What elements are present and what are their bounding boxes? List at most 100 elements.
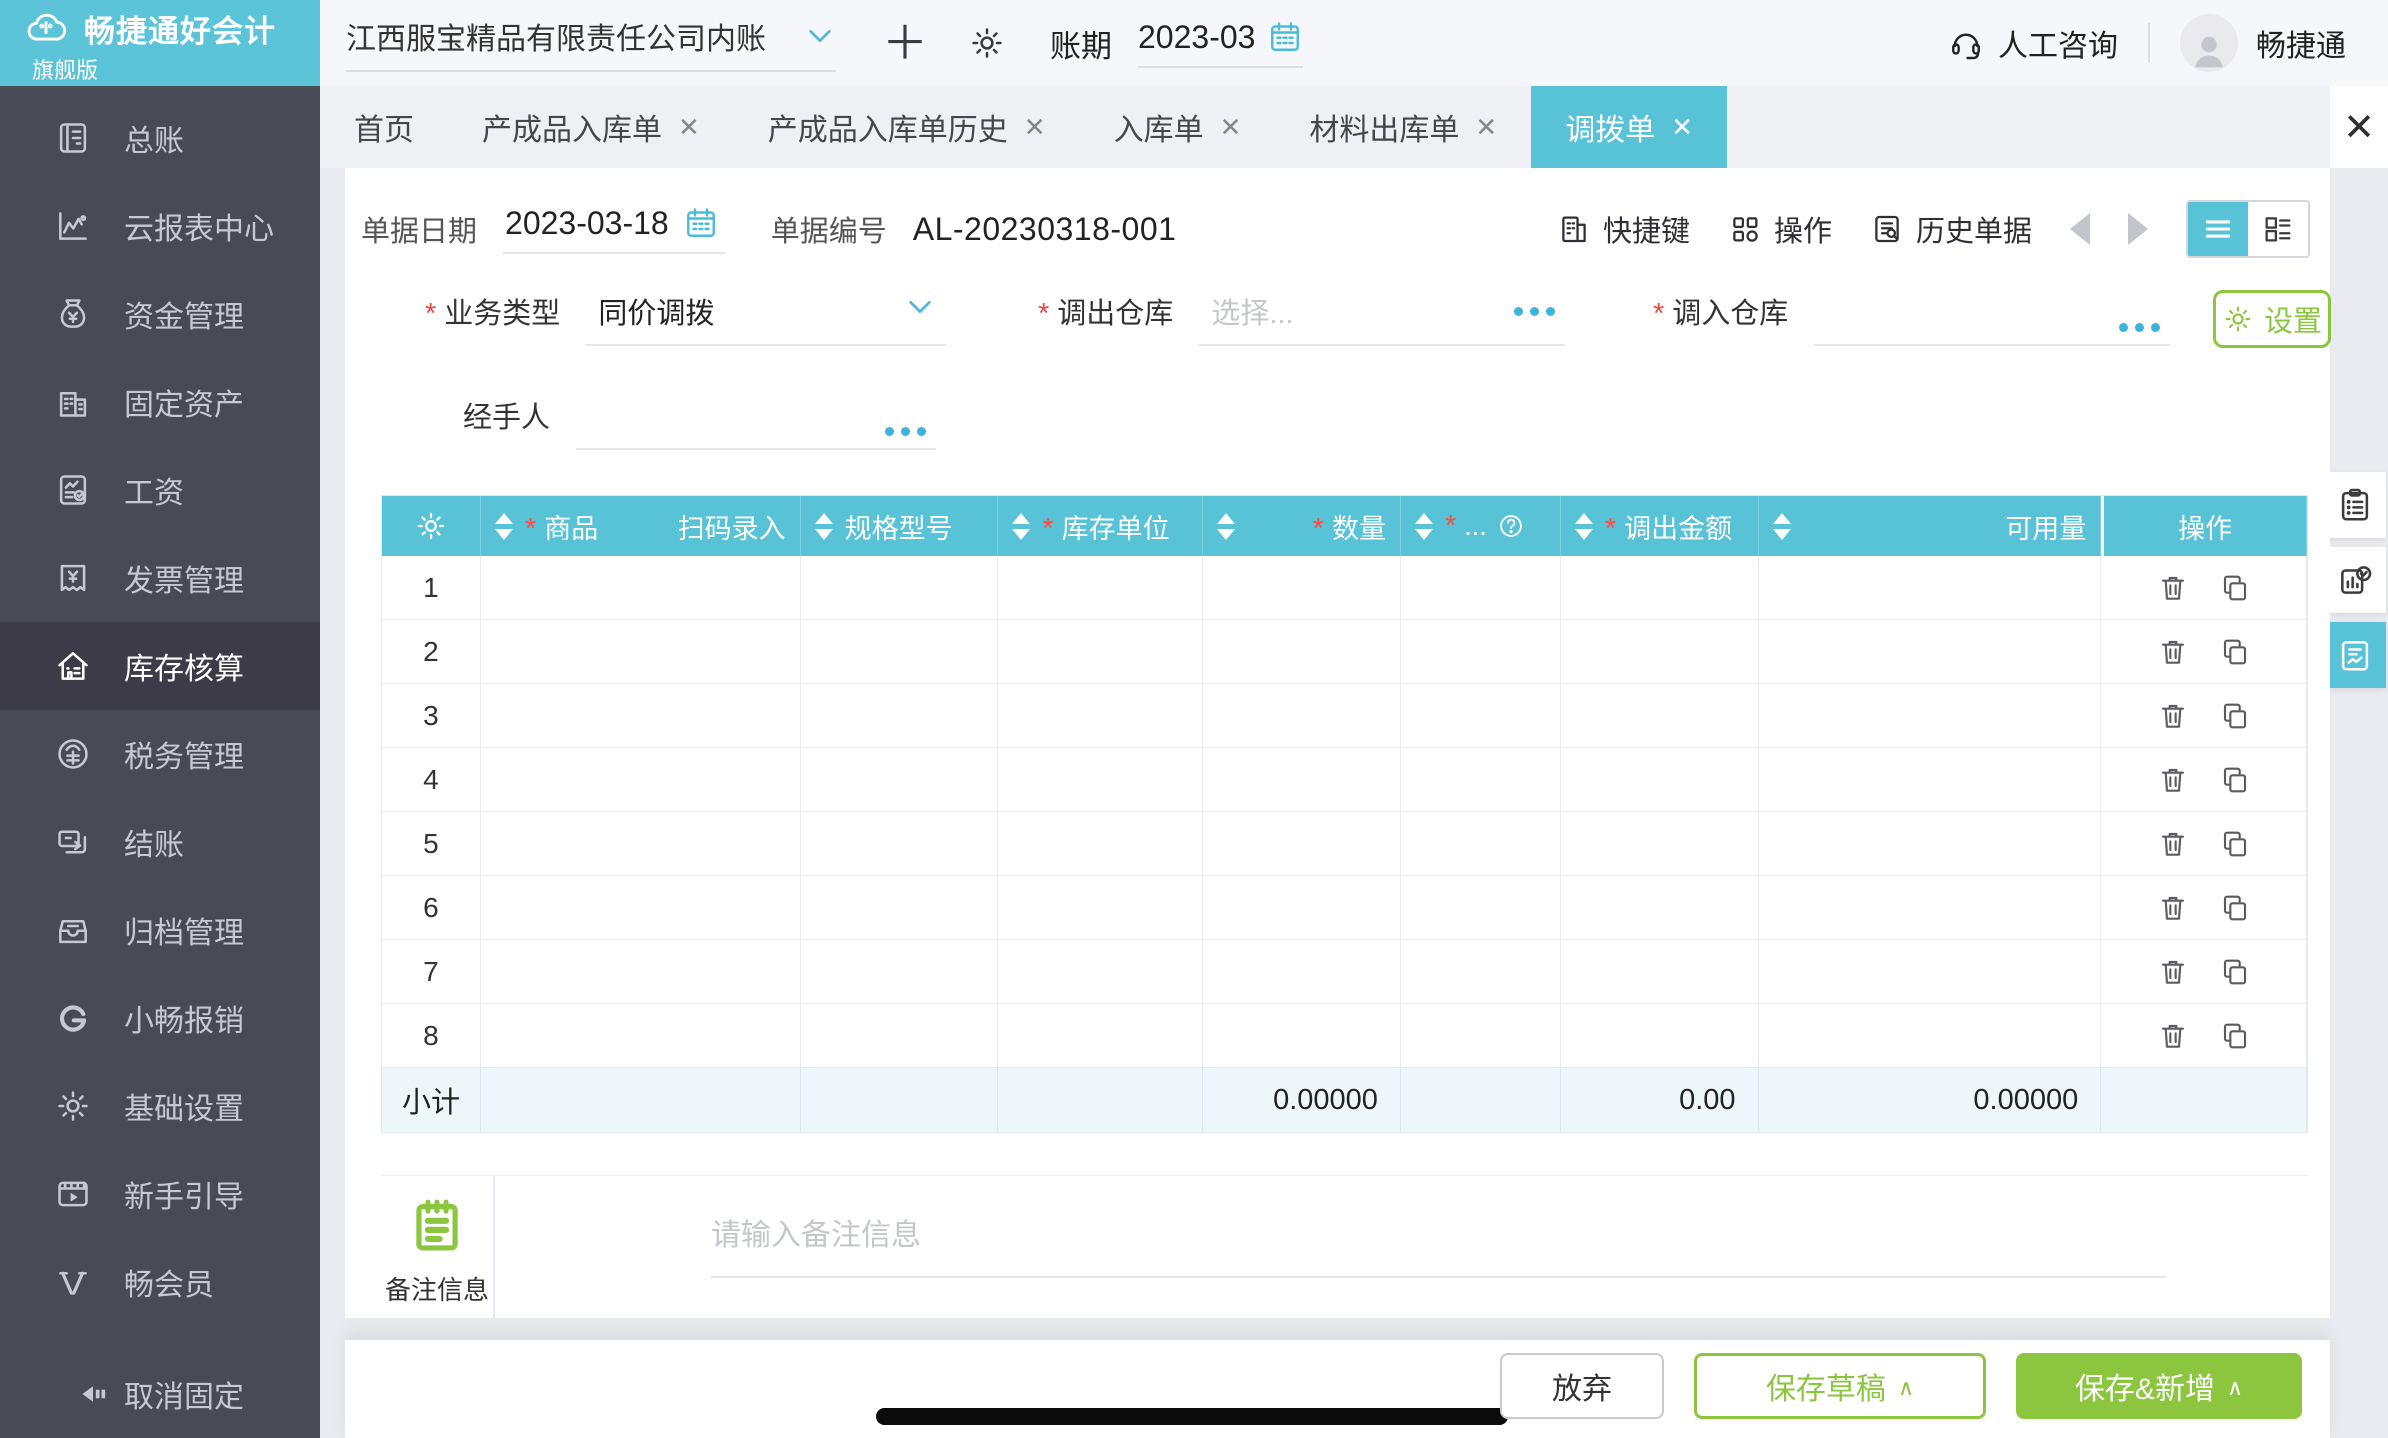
- sidebar-item-asset[interactable]: 固定资产: [0, 358, 320, 446]
- cell-库存单位[interactable]: [998, 556, 1204, 620]
- sort-arrows-icon[interactable]: [1772, 512, 1791, 540]
- sidebar-item-inventory[interactable]: 库存核算: [0, 622, 320, 710]
- delete-row-trash-icon[interactable]: [2157, 636, 2189, 668]
- sidebar-item-chart[interactable]: 云报表中心: [0, 182, 320, 270]
- cell-商品[interactable]: [480, 940, 801, 1004]
- tab-调拨单[interactable]: 调拨单 ✕: [1531, 86, 1727, 168]
- sidebar-item-funds[interactable]: 资金管理: [0, 270, 320, 358]
- tab-产成品入库单[interactable]: 产成品入库单 ✕: [448, 86, 734, 168]
- cell-商品[interactable]: [480, 876, 801, 940]
- cell-库存单位[interactable]: [998, 748, 1204, 812]
- ellipsis-picker-icon[interactable]: [2119, 323, 2161, 332]
- out-warehouse-picker[interactable]: 选择...: [1199, 290, 1566, 346]
- copy-row-icon[interactable]: [2219, 572, 2251, 604]
- sidebar-item-gear[interactable]: 基础设置: [0, 1062, 320, 1150]
- copy-row-icon[interactable]: [2219, 956, 2251, 988]
- shortcut-keys-button[interactable]: 快捷键: [1557, 208, 1690, 250]
- cell-可用量[interactable]: [1758, 748, 2102, 812]
- cell-调出金额[interactable]: [1560, 812, 1759, 876]
- settings-button[interactable]: 设置: [2213, 290, 2331, 348]
- sidebar-item-ledger[interactable]: 总账: [0, 94, 320, 182]
- cell-调出金额[interactable]: [1560, 1004, 1759, 1068]
- in-warehouse-picker[interactable]: [1814, 323, 2171, 346]
- delete-row-trash-icon[interactable]: [2157, 956, 2189, 988]
- scan-entry-button[interactable]: 扫码录入: [678, 507, 786, 546]
- cell-调出金额[interactable]: [1560, 620, 1759, 684]
- voucher-detail-panel-button[interactable]: [2324, 622, 2386, 688]
- business-type-select[interactable]: 同价调拨: [586, 290, 947, 346]
- save-and-new-button[interactable]: 保存&新增 ∧: [2016, 1353, 2302, 1419]
- actions-menu-button[interactable]: 操作: [1728, 208, 1832, 250]
- cell-...[interactable]: [1400, 1004, 1561, 1068]
- cell-...[interactable]: [1400, 684, 1561, 748]
- tab-入库单[interactable]: 入库单 ✕: [1080, 86, 1276, 168]
- sidebar-item-invoice[interactable]: 发票管理: [0, 534, 320, 622]
- tab-材料出库单[interactable]: 材料出库单 ✕: [1275, 86, 1531, 168]
- delete-row-trash-icon[interactable]: [2157, 572, 2189, 604]
- cell-...[interactable]: [1400, 876, 1561, 940]
- support-button[interactable]: 人工咨询: [1948, 21, 2118, 65]
- ellipsis-picker-icon[interactable]: [1514, 306, 1556, 316]
- doc-date-field[interactable]: 2023-03-18: [503, 205, 725, 254]
- remark-input[interactable]: 请输入备注信息: [711, 1210, 2166, 1278]
- cell-调出金额[interactable]: [1560, 684, 1759, 748]
- cell-库存单位[interactable]: [998, 876, 1204, 940]
- cell-可用量[interactable]: [1758, 940, 2102, 1004]
- cell-可用量[interactable]: [1758, 556, 2102, 620]
- copy-row-icon[interactable]: [2219, 1020, 2251, 1052]
- cell-调出金额[interactable]: [1560, 556, 1759, 620]
- delete-row-trash-icon[interactable]: [2157, 892, 2189, 924]
- delete-row-trash-icon[interactable]: [2157, 828, 2189, 860]
- company-selector[interactable]: 江西服宝精品有限责任公司内账: [346, 14, 836, 72]
- tab-close-icon[interactable]: ✕: [1024, 114, 1046, 140]
- cell-数量[interactable]: [1203, 876, 1401, 940]
- cell-规格型号[interactable]: [800, 812, 999, 876]
- delete-row-trash-icon[interactable]: [2157, 700, 2189, 732]
- cell-规格型号[interactable]: [800, 556, 999, 620]
- card-view-toggle[interactable]: [2248, 202, 2308, 256]
- copy-row-icon[interactable]: [2219, 636, 2251, 668]
- account-settings-gear-icon[interactable]: [968, 24, 1006, 62]
- cell-规格型号[interactable]: [800, 620, 999, 684]
- cell-可用量[interactable]: [1758, 620, 2102, 684]
- cell-库存单位[interactable]: [998, 940, 1204, 1004]
- brand-header[interactable]: 畅捷通好会计 旗舰版: [0, 0, 320, 86]
- delete-row-trash-icon[interactable]: [2157, 764, 2189, 796]
- history-vouchers-button[interactable]: 历史单据: [1870, 208, 2032, 250]
- sidebar-item-guide[interactable]: 新手引导: [0, 1150, 320, 1238]
- cell-库存单位[interactable]: [998, 812, 1204, 876]
- cell-数量[interactable]: [1203, 812, 1401, 876]
- sidebar-item-archive[interactable]: 归档管理: [0, 886, 320, 974]
- close-all-tabs-button[interactable]: ✕: [2330, 86, 2388, 168]
- cell-数量[interactable]: [1203, 1004, 1401, 1068]
- cell-商品[interactable]: [480, 1004, 801, 1068]
- cell-规格型号[interactable]: [800, 748, 999, 812]
- sort-arrows-icon[interactable]: [1217, 512, 1236, 540]
- sidebar-item-tax[interactable]: 税务管理: [0, 710, 320, 798]
- discard-button[interactable]: 放弃: [1500, 1353, 1664, 1419]
- sort-arrows-icon[interactable]: [1574, 512, 1593, 540]
- cell-...[interactable]: [1400, 556, 1561, 620]
- cell-数量[interactable]: [1203, 556, 1401, 620]
- cell-数量[interactable]: [1203, 684, 1401, 748]
- sort-arrows-icon[interactable]: [1414, 512, 1433, 540]
- sidebar-item-member[interactable]: 畅会员: [0, 1238, 320, 1326]
- tab-close-icon[interactable]: ✕: [1475, 114, 1497, 140]
- cell-调出金额[interactable]: [1560, 940, 1759, 1004]
- cell-规格型号[interactable]: [800, 684, 999, 748]
- list-view-toggle[interactable]: [2188, 202, 2248, 256]
- cell-...[interactable]: [1400, 812, 1561, 876]
- cell-规格型号[interactable]: [800, 940, 999, 1004]
- cell-商品[interactable]: [480, 748, 801, 812]
- save-draft-button[interactable]: 保存草稿 ∧: [1694, 1353, 1986, 1419]
- cell-库存单位[interactable]: [998, 620, 1204, 684]
- tab-产成品入库单历史[interactable]: 产成品入库单历史 ✕: [734, 86, 1080, 168]
- tab-close-icon[interactable]: ✕: [1220, 114, 1242, 140]
- cell-规格型号[interactable]: [800, 876, 999, 940]
- cell-商品[interactable]: [480, 812, 801, 876]
- cell-数量[interactable]: [1203, 748, 1401, 812]
- delete-row-trash-icon[interactable]: [2157, 1020, 2189, 1052]
- sidebar-item-closing[interactable]: 结账: [0, 798, 320, 886]
- cell-调出金额[interactable]: [1560, 748, 1759, 812]
- cell-...[interactable]: [1400, 748, 1561, 812]
